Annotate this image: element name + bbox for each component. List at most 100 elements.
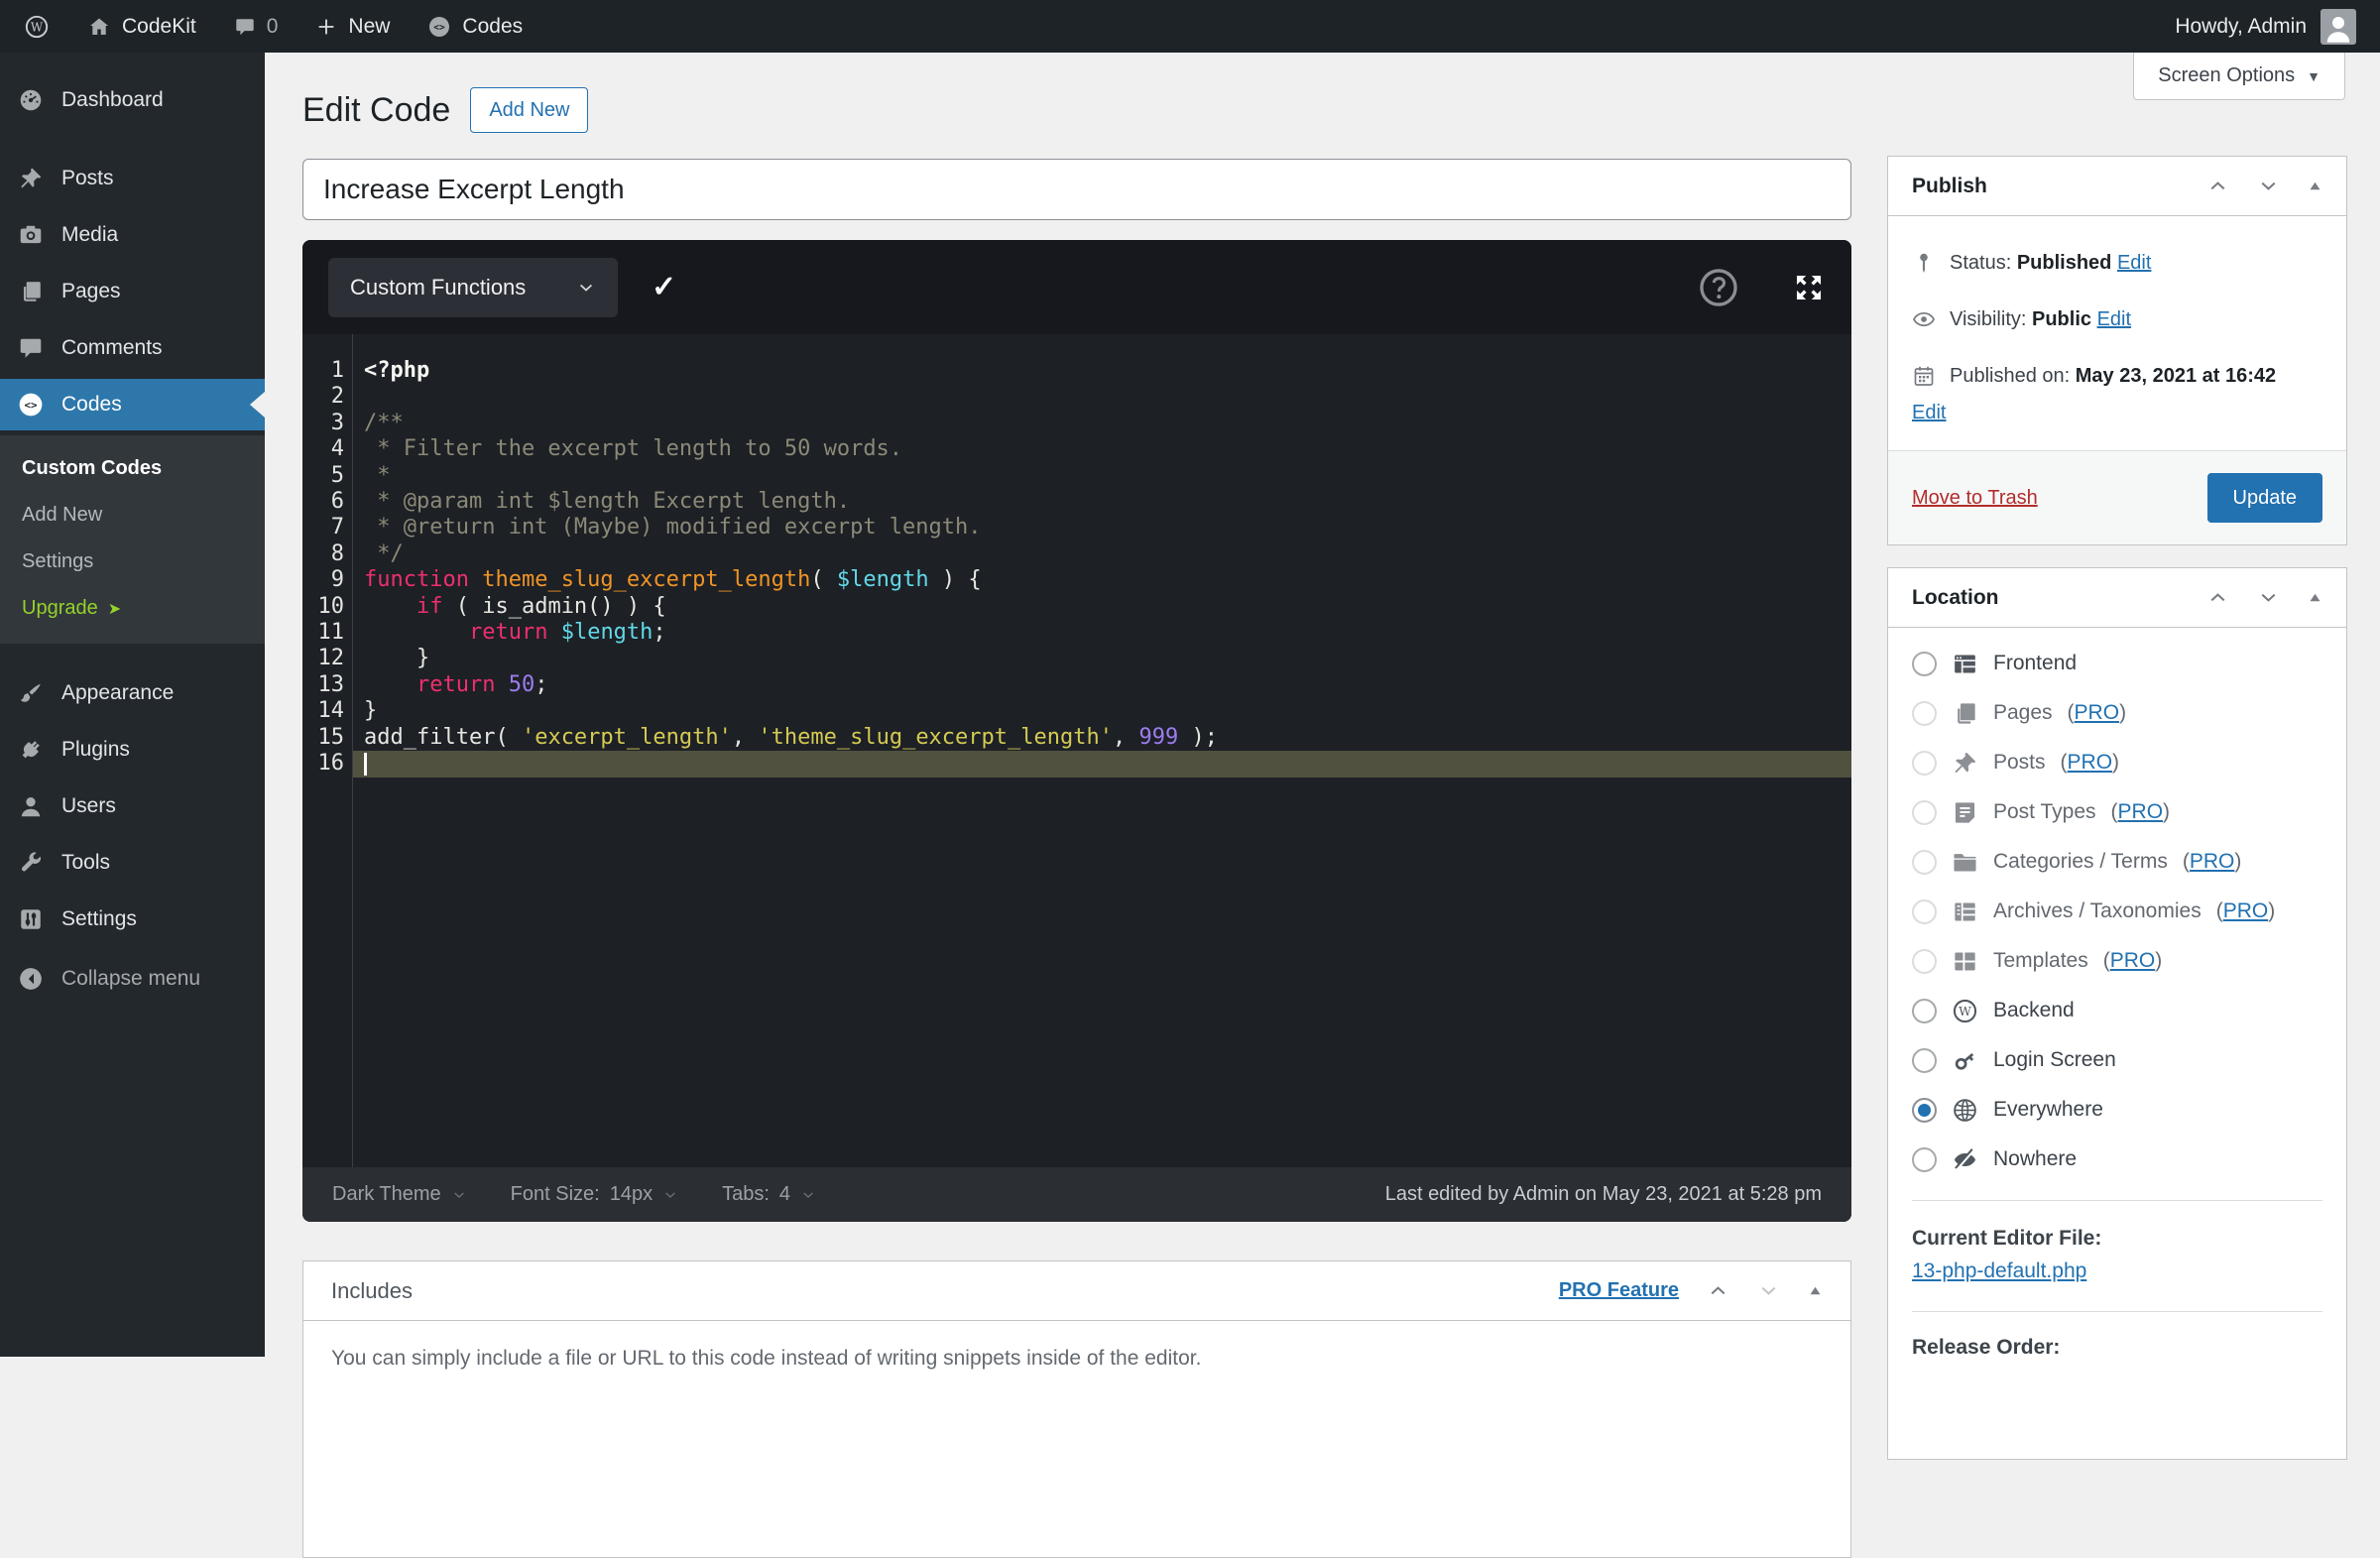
submenu-item-custom-codes[interactable]: Custom Codes	[0, 445, 265, 492]
code-line-9: 9 function theme_slug_excerpt_length( $le…	[302, 567, 1851, 593]
edit-link[interactable]: Edit	[2097, 308, 2131, 330]
radio-button[interactable]	[1912, 849, 1937, 875]
theme-select[interactable]: Dark Theme	[332, 1183, 467, 1206]
sidebar-item-tools[interactable]: Tools	[0, 837, 265, 889]
update-button[interactable]: Update	[2206, 473, 2322, 523]
comments-shortcut[interactable]: 0	[234, 15, 278, 39]
pro-link[interactable]: PRO	[2075, 701, 2120, 724]
edit-link[interactable]: Edit	[1912, 402, 1946, 423]
pro-link[interactable]: PRO	[2190, 850, 2235, 873]
sidebar-item-codes[interactable]: <> Codes	[0, 379, 265, 430]
sidebar-item-comments[interactable]: Comments	[0, 322, 265, 374]
radio-button[interactable]	[1912, 998, 1937, 1023]
site-name: CodeKit	[122, 14, 196, 38]
order-up-icon[interactable]	[1707, 1279, 1729, 1302]
location-option-pages: Pages (PRO)	[1912, 688, 2322, 738]
location-option-categories-terms: Categories / Terms (PRO)	[1912, 837, 2322, 887]
pin-icon	[1952, 750, 1978, 777]
sidebar-item-plugins[interactable]: Plugins	[0, 724, 265, 776]
sidebar-item-label: Users	[61, 794, 116, 817]
radio-button[interactable]	[1912, 651, 1937, 676]
includes-title: Includes	[331, 1277, 413, 1303]
screen-options-label: Screen Options	[2158, 64, 2296, 86]
sidebar-item-label: Comments	[61, 336, 163, 359]
pro-link[interactable]: PRO	[2068, 751, 2113, 774]
code-line-5: 5 *	[302, 463, 1851, 489]
appearance-icon	[18, 680, 44, 706]
tabs-value: 4	[778, 1183, 791, 1205]
archives-icon	[1952, 899, 1978, 925]
submenu-item-label: Custom Codes	[22, 457, 163, 479]
pro-link[interactable]: PRO	[2223, 899, 2269, 922]
location-option-nowhere: Nowhere	[1912, 1135, 2322, 1184]
font-size-label: Font Size:	[510, 1183, 600, 1205]
fullscreen-icon[interactable]	[1792, 271, 1826, 304]
current-editor-file-label: Current Editor File:	[1912, 1227, 2102, 1250]
code-line-1: 1 <?php	[302, 358, 1851, 384]
sidebar-item-settings-main[interactable]: Settings	[0, 894, 265, 945]
svg-text:<>: <>	[24, 399, 38, 412]
pro-link[interactable]: PRO	[2110, 949, 2156, 972]
current-editor-file-link[interactable]: 13-php-default.php	[1912, 1259, 2086, 1283]
font-size-select[interactable]: Font Size: 14px	[511, 1183, 678, 1206]
pro-feature-link[interactable]: PRO Feature	[1559, 1279, 1679, 1302]
publish-row-3: Published on: May 23, 2021 at 16:42	[1912, 361, 2322, 391]
code-line-10: 10 if ( is_admin() ) {	[302, 594, 1851, 620]
sidebar-item-users[interactable]: Users	[0, 780, 265, 832]
location-option-everywhere: Everywhere	[1912, 1085, 2322, 1135]
templates-icon	[1952, 948, 1978, 975]
radio-button[interactable]	[1912, 948, 1937, 974]
wp-logo-icon: W	[1952, 998, 1978, 1024]
chevron-down-icon	[451, 1187, 467, 1203]
help-icon[interactable]	[1697, 266, 1740, 309]
add-new-button[interactable]: Add New	[470, 87, 589, 133]
site-menu[interactable]: CodeKit	[87, 15, 196, 39]
publish-panel-header: Publish	[1888, 157, 2346, 216]
code-line-text: */	[364, 540, 404, 566]
submenu-item-settings[interactable]: Settings	[0, 539, 265, 585]
collapse-panel-icon[interactable]	[2308, 590, 2322, 605]
radio-button[interactable]	[1912, 1146, 1937, 1172]
radio-button[interactable]	[1912, 799, 1937, 825]
code-line-text	[352, 751, 1851, 778]
collapse-panel-icon[interactable]	[2308, 179, 2322, 193]
sidebar-item-media[interactable]: Media	[0, 209, 265, 261]
move-to-trash-link[interactable]: Move to Trash	[1912, 487, 2038, 510]
code-line-4: 4 * Filter the excerpt length to 50 word…	[302, 436, 1851, 462]
codes-shortcut[interactable]: <> Codes	[427, 15, 523, 39]
sidebar-item-dashboard[interactable]: Dashboard	[0, 74, 265, 126]
sidebar-item-posts[interactable]: Posts	[0, 153, 265, 204]
account-menu[interactable]: Howdy, Admin	[2175, 8, 2356, 45]
language-select[interactable]: Custom Functions	[328, 257, 618, 317]
collapse-menu-button[interactable]: Collapse menu	[0, 953, 265, 1005]
order-up-icon[interactable]	[2206, 175, 2229, 197]
wordpress-logo-icon[interactable]: W	[24, 14, 50, 40]
radio-button[interactable]	[1912, 1047, 1937, 1073]
submenu-item-add-new[interactable]: Add New	[0, 492, 265, 539]
radio-button[interactable]	[1912, 700, 1937, 726]
order-down-icon[interactable]	[2257, 586, 2280, 609]
pro-badge: (PRO)	[2067, 701, 2127, 724]
location-option-frontend: Frontend	[1912, 639, 2322, 688]
pro-link[interactable]: PRO	[2118, 800, 2164, 823]
snippet-title-input[interactable]	[302, 159, 1851, 220]
sidebar-item-appearance[interactable]: Appearance	[0, 667, 265, 719]
publish-row-1: Status: Published Edit	[1912, 248, 2322, 278]
tabs-select[interactable]: Tabs: 4	[722, 1183, 816, 1206]
sidebar-item-pages[interactable]: Pages	[0, 266, 265, 317]
location-option-label: Login Screen	[1993, 1048, 2116, 1071]
submenu-item-upgrade[interactable]: Upgrade ➤	[0, 585, 265, 632]
screen-options-button[interactable]: Screen Options ▼	[2133, 53, 2345, 100]
location-option-label: Post Types	[1993, 800, 2096, 823]
radio-button[interactable]	[1912, 1097, 1937, 1123]
edit-link[interactable]: Edit	[2117, 252, 2151, 274]
collapse-panel-icon[interactable]	[1808, 1283, 1823, 1298]
radio-button[interactable]	[1912, 750, 1937, 776]
radio-button[interactable]	[1912, 899, 1937, 924]
order-up-icon[interactable]	[2206, 586, 2229, 609]
new-content-menu[interactable]: New	[315, 15, 390, 39]
order-down-icon[interactable]	[1757, 1279, 1780, 1302]
location-option-login-screen: Login Screen	[1912, 1035, 2322, 1085]
code-editor-area[interactable]: 1 <?php 2 3/** 4 * Filter the excerpt length…	[302, 334, 1851, 1167]
order-down-icon[interactable]	[2257, 175, 2280, 197]
